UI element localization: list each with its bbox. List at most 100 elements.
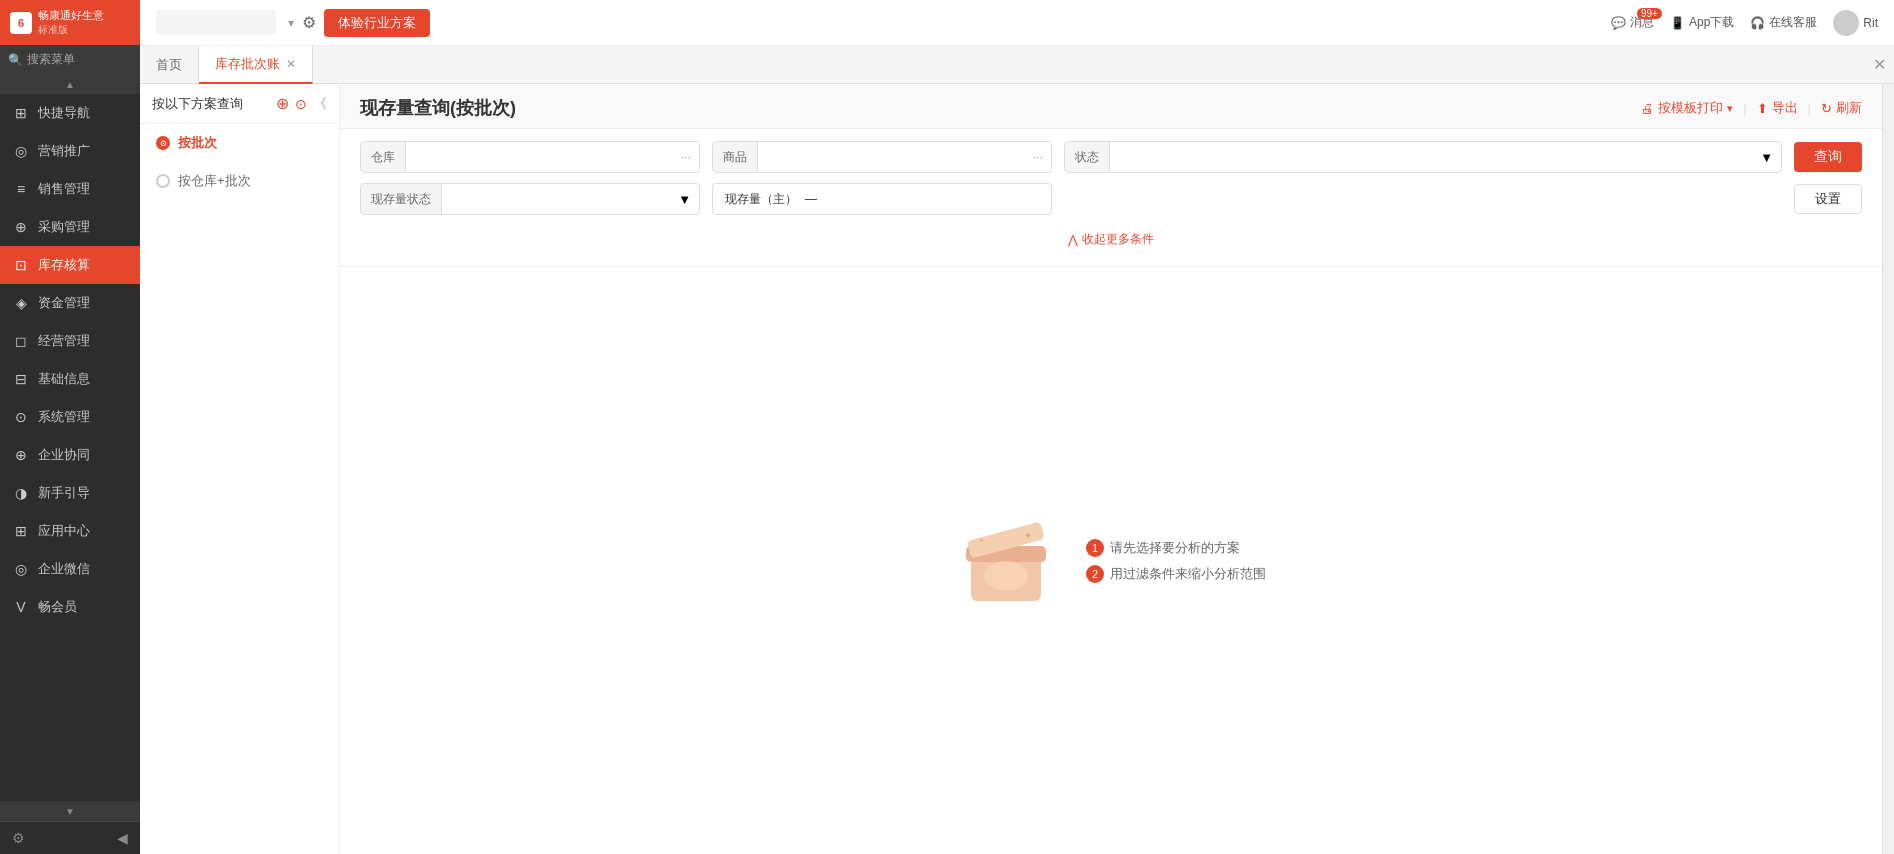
inventory-qty-label: 现存量（主） xyxy=(725,191,797,208)
export-button[interactable]: ⬆ 导出 xyxy=(1757,99,1798,117)
ops-icon: ◻ xyxy=(12,333,30,349)
tab-close-icon[interactable]: ✕ xyxy=(286,57,296,71)
topbar-chevron-icon[interactable]: ▾ xyxy=(288,16,294,30)
query-button[interactable]: 查询 xyxy=(1794,142,1862,172)
collapse-label: 收起更多条件 xyxy=(1082,231,1154,248)
topbar-search-box[interactable] xyxy=(156,10,276,35)
warehouse-filter[interactable]: 仓库 ··· xyxy=(360,141,700,173)
topbar-left: ▾ ⚙ 体验行业方案 xyxy=(156,9,1603,37)
sidebar-item-inventory[interactable]: ⊡ 库存核算 xyxy=(0,246,140,284)
trial-button[interactable]: 体验行业方案 xyxy=(324,9,430,37)
status-filter[interactable]: 状态 ▼ xyxy=(1064,141,1782,173)
sidebar-header: 6 畅康通好生意 标准版 xyxy=(0,0,140,45)
product-filter[interactable]: 商品 ··· xyxy=(712,141,1052,173)
scheme-by-warehouse-batch-label: 按仓库+批次 xyxy=(178,172,251,190)
refresh-button[interactable]: ↻ 刷新 xyxy=(1821,99,1862,117)
product-dots[interactable]: ··· xyxy=(1033,150,1043,164)
filter-row-2: 现存量状态 ▼ 现存量（主） — 设置 xyxy=(360,183,1862,215)
scheme-header-actions: ⊕ ⊙ 《 xyxy=(276,94,327,113)
settings-button[interactable]: 设置 xyxy=(1794,184,1862,214)
app-download-button[interactable]: 📱 App下载 xyxy=(1670,14,1734,31)
scheme-item-by-batch[interactable]: ⊙ 按批次 xyxy=(140,124,339,162)
sidebar-search[interactable]: 🔍 搜索菜单 xyxy=(0,45,140,74)
sidebar-item-purchase[interactable]: ⊕ 采购管理 xyxy=(0,208,140,246)
print-dropdown-icon[interactable]: ▾ xyxy=(1727,102,1733,115)
status-filter-wrapper: 状态 ▼ xyxy=(1064,141,1782,173)
main-area: ▾ ⚙ 体验行业方案 💬 消息 99+ 📱 App下载 🎧 在线客服 Rit xyxy=(140,0,1894,854)
messages-button[interactable]: 💬 消息 99+ xyxy=(1611,14,1654,31)
sidebar-item-quick-nav[interactable]: ⊞ 快捷导航 xyxy=(0,94,140,132)
service-icon: 🎧 xyxy=(1750,16,1765,30)
edition-label: 标准版 xyxy=(38,23,104,37)
topbar-gear-icon[interactable]: ⚙ xyxy=(302,13,316,32)
sidebar-item-apps[interactable]: ⊞ 应用中心 xyxy=(0,512,140,550)
status-input-area[interactable]: ▼ xyxy=(1110,150,1781,165)
tab-inventory-batch[interactable]: 库存批次账 ✕ xyxy=(199,46,313,84)
sidebar-item-ops[interactable]: ◻ 经营管理 xyxy=(0,322,140,360)
collapse-filters-btn[interactable]: ⋀ 收起更多条件 xyxy=(360,225,1862,254)
sidebar-item-member[interactable]: V 畅会员 xyxy=(0,588,140,626)
system-icon: ⊙ xyxy=(12,409,30,425)
scheme-header: 按以下方案查询 ⊕ ⊙ 《 xyxy=(140,84,339,124)
app-download-label: App下载 xyxy=(1689,14,1734,31)
user-avatar-area[interactable]: Rit xyxy=(1833,10,1878,36)
sidebar-item-sales[interactable]: ≡ 销售管理 xyxy=(0,170,140,208)
sidebar-item-finance[interactable]: ◈ 资金管理 xyxy=(0,284,140,322)
tab-home[interactable]: 首页 xyxy=(140,46,199,84)
scheme-panel: 按以下方案查询 ⊕ ⊙ 《 ⊙ 按批次 按仓库+批次 xyxy=(140,84,340,854)
collapse-up-icon: ⋀ xyxy=(1068,233,1078,247)
sidebar-footer: ⚙ ◀ xyxy=(0,821,140,854)
status-dropdown-icon[interactable]: ▼ xyxy=(1760,150,1773,165)
sidebar-nav: ⊞ 快捷导航 ◎ 营销推广 ≡ 销售管理 ⊕ 采购管理 ⊡ 库存核算 ◈ 资金管… xyxy=(0,94,140,801)
hint-2-text: 用过滤条件来缩小分析范围 xyxy=(1110,565,1266,583)
scheme-item-by-warehouse-batch[interactable]: 按仓库+批次 xyxy=(140,162,339,200)
marketing-label: 营销推广 xyxy=(38,142,90,160)
online-service-button[interactable]: 🎧 在线客服 xyxy=(1750,14,1817,31)
product-input-area[interactable]: ··· xyxy=(758,150,1051,164)
user-name-label: Rit xyxy=(1863,16,1878,30)
scroll-down-btn[interactable]: ▼ xyxy=(0,801,140,821)
content-panel: 现存量查询(按批次) 🖨 按模板打印 ▾ | ⬆ 导出 | ↻ xyxy=(340,84,1882,854)
sidebar-item-wechat[interactable]: ◎ 企业微信 xyxy=(0,550,140,588)
inventory-qty-filter[interactable]: 现存量（主） — xyxy=(712,183,1052,215)
hint-1-text: 请先选择要分析的方案 xyxy=(1110,539,1240,557)
empty-hint-2: 2 用过滤条件来缩小分析范围 xyxy=(1086,565,1266,583)
basic-label: 基础信息 xyxy=(38,370,90,388)
message-icon: 💬 xyxy=(1611,16,1626,30)
right-scrollbar[interactable] xyxy=(1882,84,1894,854)
online-service-label: 在线客服 xyxy=(1769,14,1817,31)
scheme-collapse-icon[interactable]: 《 xyxy=(313,95,327,113)
scheme-settings-icon[interactable]: ⊙ xyxy=(295,96,307,112)
warehouse-dots[interactable]: ··· xyxy=(681,150,691,164)
enterprise-label: 企业协同 xyxy=(38,446,90,464)
svg-point-3 xyxy=(984,561,1028,591)
scheme-title: 按以下方案查询 xyxy=(152,95,243,113)
sidebar-item-enterprise[interactable]: ⊕ 企业协同 xyxy=(0,436,140,474)
sidebar-item-marketing[interactable]: ◎ 营销推广 xyxy=(0,132,140,170)
collapse-sidebar-icon[interactable]: ◀ xyxy=(117,830,128,846)
tab-home-label: 首页 xyxy=(156,56,182,74)
export-label: 导出 xyxy=(1772,99,1798,117)
wechat-icon: ◎ xyxy=(12,561,30,577)
inventory-status-dropdown-icon[interactable]: ▼ xyxy=(678,192,691,207)
print-template-button[interactable]: 🖨 按模板打印 ▾ xyxy=(1641,99,1733,117)
tab-bar-close-icon[interactable]: ✕ xyxy=(1873,55,1886,74)
inventory-status-input-area[interactable]: ▼ xyxy=(442,192,699,207)
settings-icon[interactable]: ⚙ xyxy=(12,830,25,846)
sidebar-item-basic[interactable]: ⊟ 基础信息 xyxy=(0,360,140,398)
ops-label: 经营管理 xyxy=(38,332,90,350)
empty-illustration: ✦ ✦ xyxy=(956,511,1056,611)
scroll-up-btn[interactable]: ▲ xyxy=(0,74,140,94)
page-content: 按以下方案查询 ⊕ ⊙ 《 ⊙ 按批次 按仓库+批次 xyxy=(140,84,1894,854)
warehouse-input-area[interactable]: ··· xyxy=(406,150,699,164)
basic-icon: ⊟ xyxy=(12,371,30,387)
apps-icon: ⊞ xyxy=(12,523,30,539)
scheme-add-icon[interactable]: ⊕ xyxy=(276,94,289,113)
company-name: 畅康通好生意 xyxy=(38,8,104,23)
quick-nav-label: 快捷导航 xyxy=(38,104,90,122)
newbie-label: 新手引导 xyxy=(38,484,90,502)
sidebar: 6 畅康通好生意 标准版 🔍 搜索菜单 ▲ ⊞ 快捷导航 ◎ 营销推广 ≡ 销售… xyxy=(0,0,140,854)
sidebar-item-system[interactable]: ⊙ 系统管理 xyxy=(0,398,140,436)
sidebar-item-newbie[interactable]: ◑ 新手引导 xyxy=(0,474,140,512)
inventory-status-filter[interactable]: 现存量状态 ▼ xyxy=(360,183,700,215)
